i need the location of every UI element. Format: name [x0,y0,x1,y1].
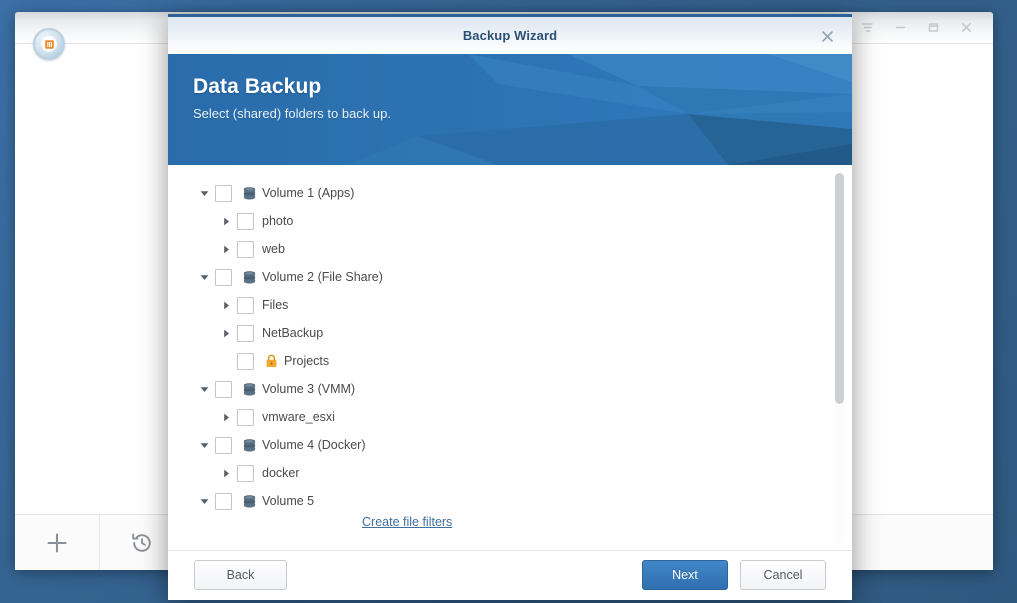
tree-row[interactable]: Volume 5 [168,487,852,515]
hyper-backup-app-icon [33,28,65,60]
tree-row-checkbox[interactable] [237,352,254,370]
dialog-titlebar[interactable]: Backup Wizard [168,17,852,54]
lock-icon [262,354,280,368]
tree-row[interactable]: Volume 3 (VMM) [168,375,852,403]
expander-collapsed-icon[interactable] [215,469,237,478]
volume-icon [240,494,258,509]
expander-collapsed-icon[interactable] [215,329,237,338]
folder-tree[interactable]: Volume 1 (Apps) photo web Volume 2 (File Sh… [168,165,852,551]
help-button[interactable] [851,12,884,43]
volume-icon [240,382,258,397]
expander-expanded-icon[interactable] [193,273,215,282]
tree-row-checkbox[interactable] [237,296,254,314]
back-button[interactable]: Back [194,560,287,590]
close-button[interactable] [950,12,983,43]
tree-row-label: Volume 2 (File Share) [262,270,383,284]
tree-row-label: Volume 3 (VMM) [262,382,356,396]
tree-row-checkbox[interactable] [237,324,254,342]
banner-heading: Data Backup [193,75,322,98]
tree-row-checkbox[interactable] [215,184,232,202]
tree-row-checkbox[interactable] [237,408,254,426]
tree-row[interactable]: Projects [168,347,852,375]
tree-row-label: Files [262,298,289,312]
next-button[interactable]: Next [642,560,728,590]
tree-row-checkbox[interactable] [215,436,232,454]
tree-row-label: Volume 4 (Docker) [262,438,366,452]
tree-row[interactable]: photo [168,207,852,235]
tree-row-checkbox[interactable] [237,464,254,482]
tree-row-label: Volume 1 (Apps) [262,186,355,200]
expander-collapsed-icon[interactable] [215,245,237,254]
dialog-title: Backup Wizard [462,28,558,43]
tree-row-checkbox[interactable] [237,212,254,230]
tree-row[interactable]: NetBackup [168,319,852,347]
tree-row-checkbox[interactable] [237,240,254,258]
add-task-button[interactable] [15,515,100,570]
tree-row[interactable]: Volume 2 (File Share) [168,263,852,291]
background-window-controls [851,12,983,43]
banner-text: Data Backup Select (shared) folders to b… [193,75,391,121]
expander-collapsed-icon[interactable] [215,301,237,310]
expander-collapsed-icon[interactable] [215,217,237,226]
dialog-footer: Back Next Cancel [168,550,852,600]
expander-expanded-icon[interactable] [193,497,215,506]
tree-row-label: photo [262,214,294,228]
expander-expanded-icon[interactable] [193,189,215,198]
volume-icon [240,438,258,453]
tree-row-label: web [262,242,285,256]
tree-row-checkbox[interactable] [215,380,232,398]
tree-row-label: vmware_esxi [262,410,335,424]
tree-row[interactable]: vmware_esxi [168,403,852,431]
tree-row[interactable]: Volume 1 (Apps) [168,179,852,207]
tree-row[interactable]: Volume 4 (Docker) [168,431,852,459]
banner-subheading: Select (shared) folders to back up. [193,106,391,121]
tree-row[interactable]: Files [168,291,852,319]
volume-icon [240,186,258,201]
tree-row-label: NetBackup [262,326,324,340]
dialog-close-icon[interactable] [816,25,838,47]
volume-icon [240,270,258,285]
cancel-button[interactable]: Cancel [740,560,826,590]
backup-wizard-dialog: Backup Wizard Data Backup Select (shared… [168,14,852,600]
minimize-button[interactable] [884,12,917,43]
expander-expanded-icon[interactable] [193,385,215,394]
tree-row-label: docker [262,466,300,480]
tree-row-checkbox[interactable] [215,268,232,286]
create-file-filters-link[interactable]: Create file filters [362,515,452,529]
tree-row-label: Projects [284,354,330,368]
expander-collapsed-icon[interactable] [215,413,237,422]
tree-row-checkbox[interactable] [215,492,232,510]
dialog-body: Volume 1 (Apps) photo web Volume 2 (File Sh… [168,165,852,600]
tree-row[interactable]: docker [168,459,852,487]
tree-row-label: Volume 5 [262,494,315,508]
maximize-button[interactable] [917,12,950,43]
tree-scrollbar-thumb[interactable] [835,173,844,404]
expander-expanded-icon[interactable] [193,441,215,450]
tree-row[interactable]: web [168,235,852,263]
dialog-banner: Data Backup Select (shared) folders to b… [168,54,852,165]
